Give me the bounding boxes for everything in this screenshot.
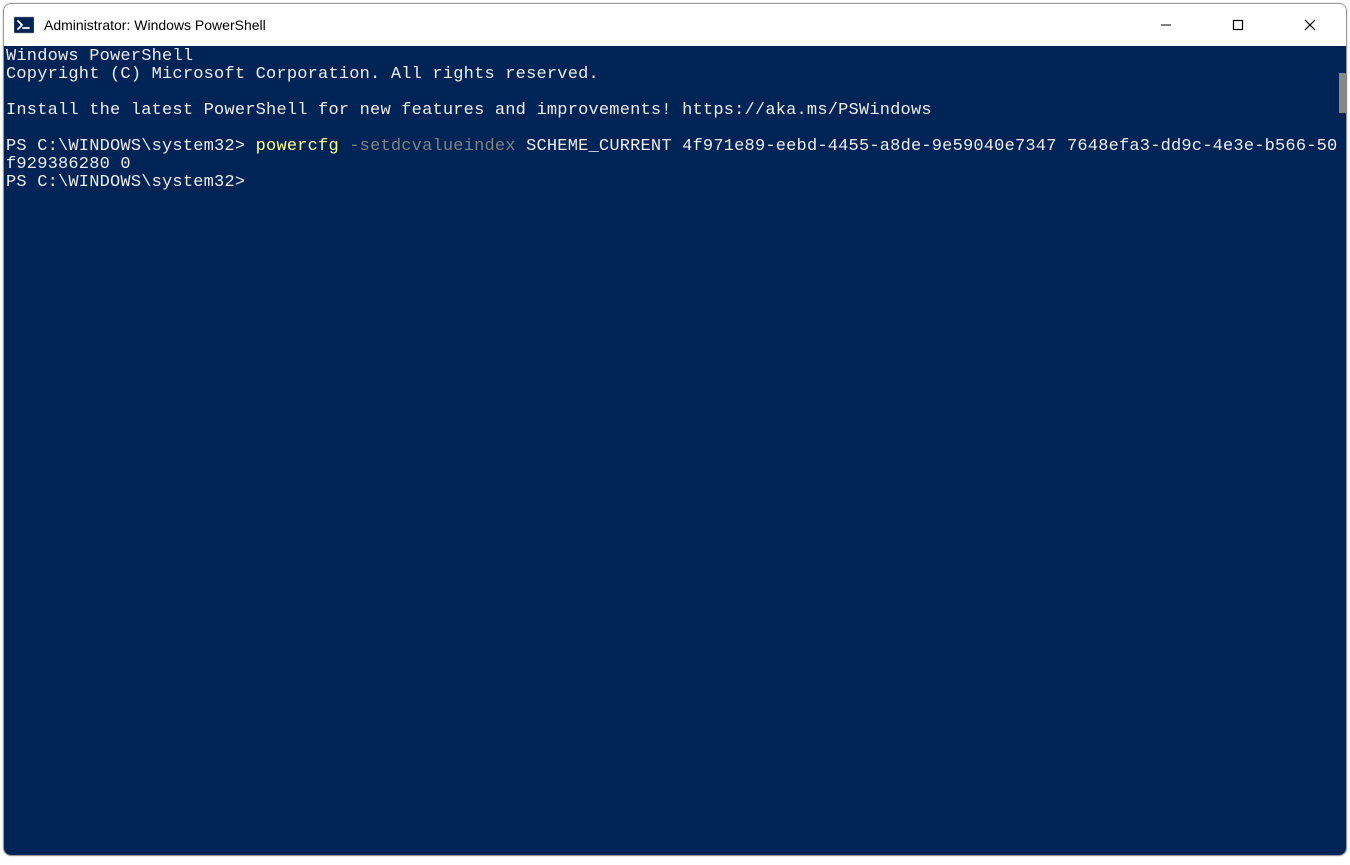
minimize-icon: [1160, 19, 1172, 31]
terminal-install-line: Install the latest PowerShell for new fe…: [6, 101, 932, 120]
window-controls: [1130, 4, 1346, 46]
titlebar[interactable]: Administrator: Windows PowerShell: [4, 4, 1346, 46]
powershell-window: Administrator: Windows PowerShell Window…: [3, 3, 1347, 856]
terminal-output[interactable]: Windows PowerShell Copyright (C) Microso…: [4, 46, 1346, 855]
terminal-copyright-line: Copyright (C) Microsoft Corporation. All…: [6, 65, 599, 84]
maximize-button[interactable]: [1202, 4, 1274, 46]
terminal-header-line: Windows PowerShell: [6, 47, 193, 66]
minimize-button[interactable]: [1130, 4, 1202, 46]
command-name: powercfg: [256, 137, 339, 156]
window-title: Administrator: Windows PowerShell: [44, 17, 1130, 33]
close-button[interactable]: [1274, 4, 1346, 46]
terminal-prompt: PS C:\WINDOWS\system32>: [6, 137, 256, 156]
powershell-icon: [14, 15, 34, 35]
scrollbar-thumb[interactable]: [1339, 73, 1347, 113]
command-flag: -setdcvalueindex: [339, 137, 516, 156]
terminal-prompt: PS C:\WINDOWS\system32>: [6, 173, 245, 192]
maximize-icon: [1232, 19, 1244, 31]
close-icon: [1304, 19, 1316, 31]
